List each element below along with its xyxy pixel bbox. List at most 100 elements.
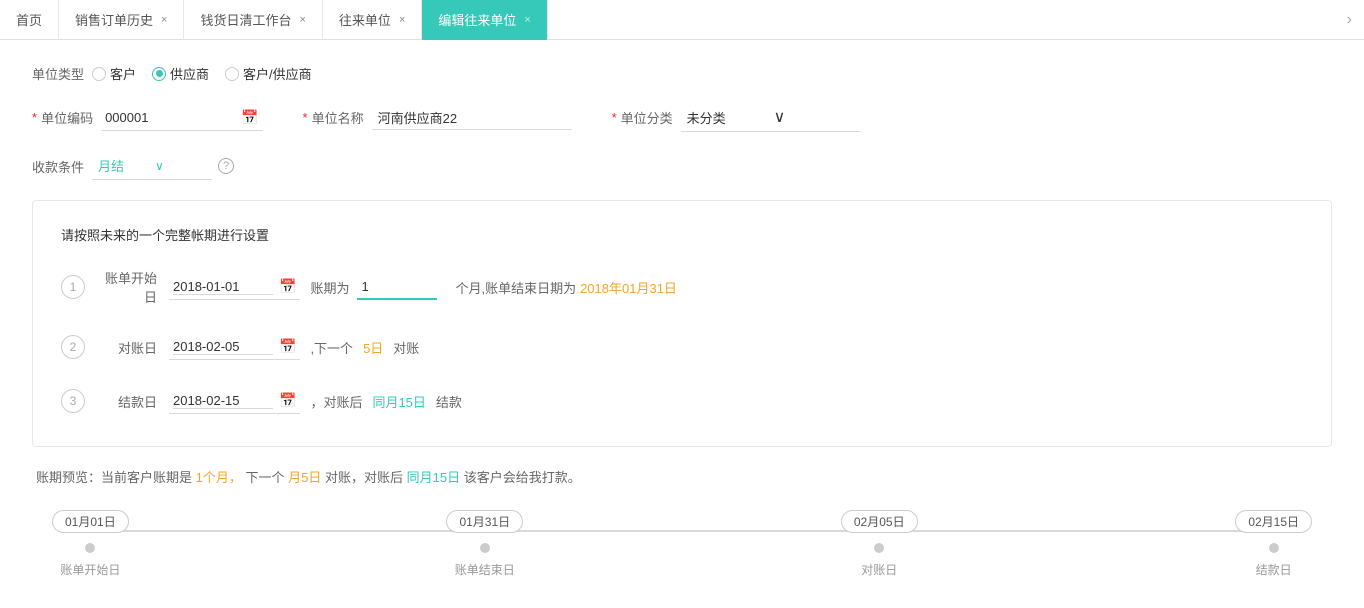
row-1-suffix2: 个月,账单结束日期为 [455,278,576,297]
radio-customer[interactable]: 客户 [92,64,136,83]
unit-code-input-wrapper: 📅 [101,105,262,131]
timeline-dot-1 [85,543,95,553]
unit-category-select[interactable]: 未分类 ∨ [681,103,861,132]
row-2-label: 对账日 [101,338,157,357]
timeline-node-4: 02月15日 结款日 [1235,510,1312,578]
radio-customer-label: 客户 [110,64,136,83]
row-start-date: 1 账单开始日 📅 账期为 个月,账单结束日期为 2018年01月31日 [61,268,1303,306]
close-edit-partner-icon[interactable]: × [524,14,530,26]
timeline-node-2: 01月31日 账单结束日 [446,510,523,578]
row-1-suffix1: 账期为 [310,278,349,297]
row-3-num: 3 [61,389,85,413]
radio-both-label: 客户/供应商 [243,64,312,83]
section-intro: 请按照未来的一个完整帐期进行设置 [61,225,1303,244]
row-2-prefix: ,下一个 [310,338,353,357]
timeline-line [92,530,1272,532]
row-3-prefix: ，对账后 [310,392,362,411]
payment-help-icon[interactable]: ? [218,158,234,174]
unit-name-item: * 单位名称 [303,106,572,130]
tabs-bar: 首页 销售订单历史 × 钱货日清工作台 × 往来单位 × 编辑往来单位 × › [0,0,1364,40]
reconcile-date-input[interactable] [173,339,273,355]
payment-arrow-icon: ∨ [155,159,206,173]
payment-date-calendar-icon[interactable]: 📅 [279,392,296,409]
row-2-num: 2 [61,335,85,359]
timeline-node-1: 01月01日 账单开始日 [52,510,129,578]
tab-home[interactable]: 首页 [0,0,59,40]
unit-name-required-star: * [303,110,308,125]
close-cash-work-icon[interactable]: × [299,14,305,26]
payment-item: 收款条件 月结 ∨ ? [32,152,234,180]
timeline-node-3: 02月05日 对账日 [841,510,918,578]
unit-code-input[interactable] [105,110,235,125]
timeline-dot-2 [480,543,490,553]
row-1-num: 1 [61,275,85,299]
preview-after-highlight: 同月15日 [407,470,460,485]
radio-supplier[interactable]: 供应商 [152,64,209,83]
tab-edit-partner-label: 编辑往来单位 [438,10,516,29]
payment-select[interactable]: 月结 ∨ [92,152,212,180]
timeline-dot-3 [874,543,884,553]
timeline-pill-3: 02月05日 [841,510,918,533]
row-3-label: 结款日 [101,392,157,411]
tab-sales-history-label: 销售订单历史 [75,10,153,29]
tab-edit-partner[interactable]: 编辑往来单位 × [422,0,547,40]
unit-code-item: * 单位编码 📅 [32,105,263,131]
preview-end-text: 该客户会给我打款。 [464,470,581,485]
payment-date-input-wrapper: 📅 [169,388,300,414]
timeline-label-2: 账单结束日 [455,561,515,578]
start-date-input[interactable] [173,279,273,295]
reconcile-date-calendar-icon[interactable]: 📅 [279,338,296,355]
row-3-highlight: 同月15日 [372,392,425,411]
unit-type-radio-group: 客户 供应商 客户/供应商 [92,64,312,83]
tab-cash-work-label: 钱货日清工作台 [200,10,291,29]
row-reconcile-date: 2 对账日 📅 ,下一个 5日 对账 [61,334,1303,360]
timeline: 01月01日 账单开始日 01月31日 账单结束日 02月05日 对账日 [32,510,1332,578]
unit-category-value: 未分类 [687,108,768,127]
tab-more-button[interactable]: › [1335,11,1364,29]
row-1-label: 账单开始日 [101,268,157,306]
preview-label: 账期预览：当前客户账期是 [36,470,192,485]
radio-supplier-label: 供应商 [170,64,209,83]
row-1-end-date: 2018年01月31日 [580,278,677,297]
payment-row: 收款条件 月结 ∨ ? [32,152,1332,180]
main-content: 单位类型 客户 供应商 客户/供应商 * 单位编码 [0,40,1364,608]
preview-period: 1个月， [196,470,242,485]
unit-category-required-star: * [612,110,617,125]
close-partner-icon[interactable]: × [399,14,405,26]
unit-type-item: 单位类型 客户 供应商 客户/供应商 [32,64,312,83]
radio-customer-circle [92,67,106,81]
row-payment-date: 3 结款日 📅 ，对账后 同月15日 结款 [61,388,1303,414]
unit-code-calendar-icon[interactable]: 📅 [241,109,258,126]
tab-home-label: 首页 [16,10,42,29]
timeline-pill-2: 01月31日 [446,510,523,533]
unit-code-label: 单位编码 [41,108,93,127]
timeline-dot-4 [1269,543,1279,553]
tab-partner[interactable]: 往来单位 × [323,0,422,40]
unit-category-arrow-icon: ∨ [774,107,855,127]
unit-code-required-star: * [32,110,37,125]
radio-both[interactable]: 客户/供应商 [225,64,312,83]
tab-sales-history[interactable]: 销售订单历史 × [59,0,184,40]
unit-type-row: 单位类型 客户 供应商 客户/供应商 [32,64,1332,83]
unit-type-label: 单位类型 [32,64,84,83]
unit-name-input[interactable] [372,106,572,130]
timeline-label-1: 账单开始日 [60,561,120,578]
reconcile-date-input-wrapper: 📅 [169,334,300,360]
start-date-calendar-icon[interactable]: 📅 [279,278,296,295]
period-num-input[interactable] [357,275,437,300]
payment-value: 月结 [98,156,149,175]
row-3-suffix: 结款 [436,392,462,411]
close-sales-history-icon[interactable]: × [161,14,167,26]
start-date-input-wrapper: 📅 [169,274,300,300]
timeline-label-3: 对账日 [861,561,897,578]
payment-date-input[interactable] [173,393,273,409]
preview-after-text: 对账，对账后 [325,470,403,485]
preview-mid-text: 下一个 [246,470,285,485]
preview-mid-highlight: 月5日 [288,470,321,485]
timeline-pill-4: 02月15日 [1235,510,1312,533]
unit-category-label: 单位分类 [621,108,673,127]
tab-cash-work[interactable]: 钱货日清工作台 × [184,0,322,40]
payment-label: 收款条件 [32,157,84,176]
timeline-pill-1: 01月01日 [52,510,129,533]
row-2-highlight: 5日 [363,338,383,357]
